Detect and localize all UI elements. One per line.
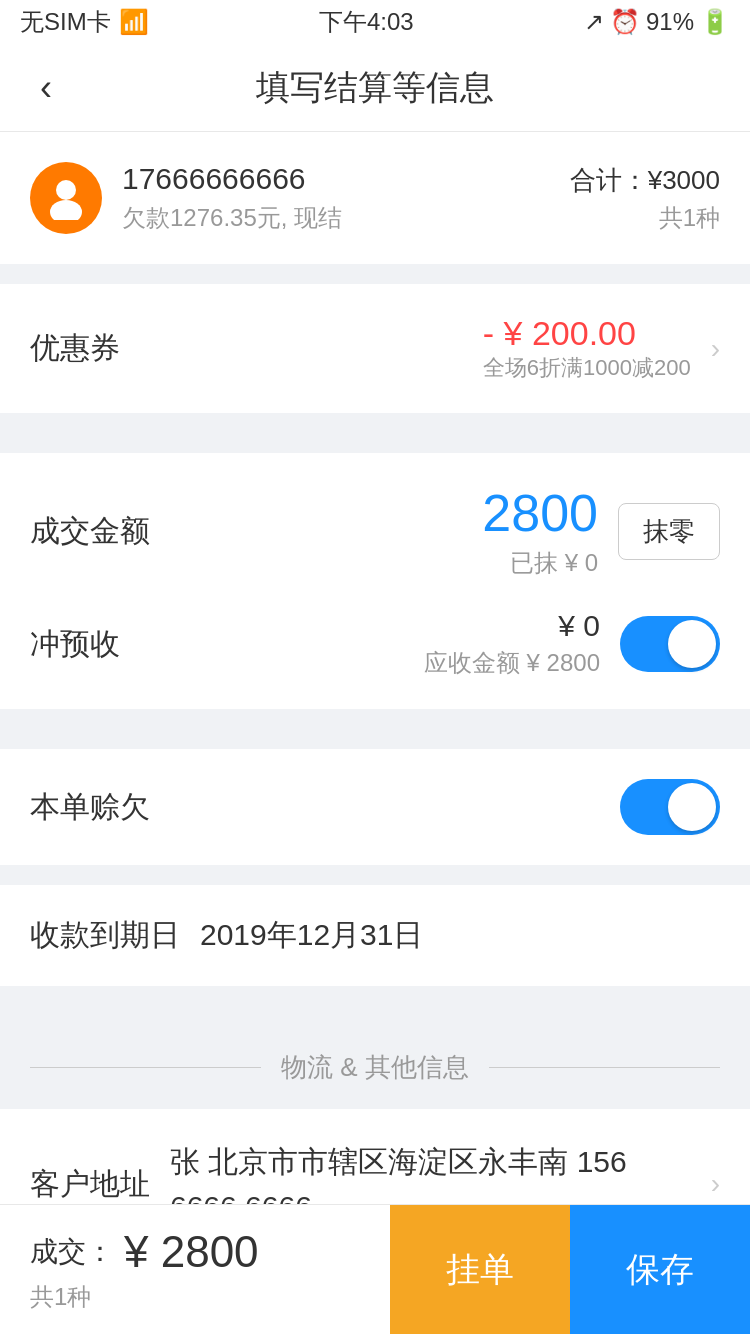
prepay-right: ¥ 0 应收金额 ¥ 2800 — [424, 609, 720, 679]
avatar — [30, 162, 102, 234]
wifi-icon: 📶 — [119, 8, 149, 36]
back-button[interactable]: ‹ — [30, 57, 62, 119]
logistics-line-right — [489, 1067, 720, 1068]
battery-icon: 🔋 — [700, 8, 730, 36]
address-label: 客户地址 — [30, 1164, 150, 1205]
coupon-section[interactable]: 优惠券 - ¥ 200.00 全场6折满1000减200 › — [0, 284, 750, 413]
customer-summary: 合计：¥3000 共1种 — [570, 163, 720, 234]
debt-toggle[interactable] — [620, 779, 720, 835]
bottom-total-amount: ¥ 2800 — [124, 1227, 259, 1277]
transaction-amount: 2800 — [482, 483, 598, 543]
debt-section: 本单赊欠 — [0, 749, 750, 865]
transaction-label: 成交金额 — [30, 511, 150, 552]
section-divider-3 — [0, 1006, 750, 1026]
bottom-label: 成交： — [30, 1233, 114, 1271]
prepay-label: 冲预收 — [30, 624, 120, 665]
coupon-desc: 全场6折满1000减200 — [483, 353, 691, 383]
coupon-amount: - ¥ 200.00 — [483, 314, 691, 353]
bottom-count: 共1种 — [30, 1281, 360, 1313]
status-right: ↗ ⏰ 91% 🔋 — [584, 8, 730, 36]
transaction-amount-row: 成交金额 2800 已抹 ¥ 0 抹零 — [30, 483, 720, 579]
transaction-sub: 已抹 ¥ 0 — [482, 547, 598, 579]
bottom-amount-row: 成交： ¥ 2800 — [30, 1227, 360, 1277]
svg-point-1 — [50, 200, 82, 220]
avatar-icon — [44, 176, 88, 220]
due-date-label: 收款到期日 — [30, 915, 180, 956]
total-label: 合计：¥3000 — [570, 163, 720, 198]
nav-bar: ‹ 填写结算等信息 — [0, 44, 750, 132]
round-zero-button[interactable]: 抹零 — [618, 503, 720, 560]
prepay-row: 冲预收 ¥ 0 应收金额 ¥ 2800 — [30, 609, 720, 679]
bottom-bar: 成交： ¥ 2800 共1种 挂单 保存 — [0, 1204, 750, 1334]
prepay-sub: 应收金额 ¥ 2800 — [424, 647, 600, 679]
page-title: 填写结算等信息 — [256, 65, 494, 111]
coupon-right: - ¥ 200.00 全场6折满1000减200 › — [483, 314, 720, 383]
section-divider-2 — [0, 729, 750, 749]
customer-phone: 17666666666 — [122, 162, 342, 196]
due-date-section: 收款到期日 2019年12月31日 — [0, 885, 750, 986]
bottom-info: 成交： ¥ 2800 共1种 — [0, 1227, 390, 1313]
coupon-label: 优惠券 — [30, 328, 120, 369]
status-time: 下午4:03 — [319, 6, 414, 38]
customer-info: 17666666666 欠款1276.35元, 现结 — [122, 162, 342, 234]
total-count: 共1种 — [570, 202, 720, 234]
logistics-header: 物流 & 其他信息 — [0, 1026, 750, 1109]
status-left: 无SIM卡 📶 — [20, 6, 149, 38]
status-bar: 无SIM卡 📶 下午4:03 ↗ ⏰ 91% 🔋 — [0, 0, 750, 44]
due-date-value: 2019年12月31日 — [200, 915, 423, 956]
transaction-section: 成交金额 2800 已抹 ¥ 0 抹零 冲预收 ¥ 0 应收金额 ¥ 2800 — [0, 453, 750, 709]
location-icon: ↗ — [584, 8, 604, 36]
debt-toggle-thumb — [668, 783, 716, 831]
svg-point-0 — [56, 180, 76, 200]
address-arrow-icon: › — [711, 1168, 720, 1200]
battery-text: 91% — [646, 8, 694, 36]
save-button[interactable]: 保存 — [570, 1205, 750, 1335]
prepay-amount-block: ¥ 0 应收金额 ¥ 2800 — [424, 609, 600, 679]
toggle-thumb — [668, 620, 716, 668]
section-divider-1 — [0, 433, 750, 453]
coupon-arrow-icon: › — [711, 333, 720, 365]
due-date-row: 收款到期日 2019年12月31日 — [30, 915, 720, 956]
customer-card: 17666666666 欠款1276.35元, 现结 合计：¥3000 共1种 — [0, 132, 750, 264]
content: 17666666666 欠款1276.35元, 现结 合计：¥3000 共1种 … — [0, 132, 750, 1334]
prepay-toggle[interactable] — [620, 616, 720, 672]
customer-debt: 欠款1276.35元, 现结 — [122, 202, 342, 234]
prepay-amount: ¥ 0 — [424, 609, 600, 643]
logistics-text: 物流 & 其他信息 — [281, 1050, 469, 1085]
carrier-text: 无SIM卡 — [20, 6, 111, 38]
transaction-right: 2800 已抹 ¥ 0 抹零 — [482, 483, 720, 579]
debt-label: 本单赊欠 — [30, 787, 150, 828]
alarm-icon: ⏰ — [610, 8, 640, 36]
hold-button[interactable]: 挂单 — [390, 1205, 570, 1335]
logistics-line-left — [30, 1067, 261, 1068]
customer-left: 17666666666 欠款1276.35元, 现结 — [30, 162, 342, 234]
